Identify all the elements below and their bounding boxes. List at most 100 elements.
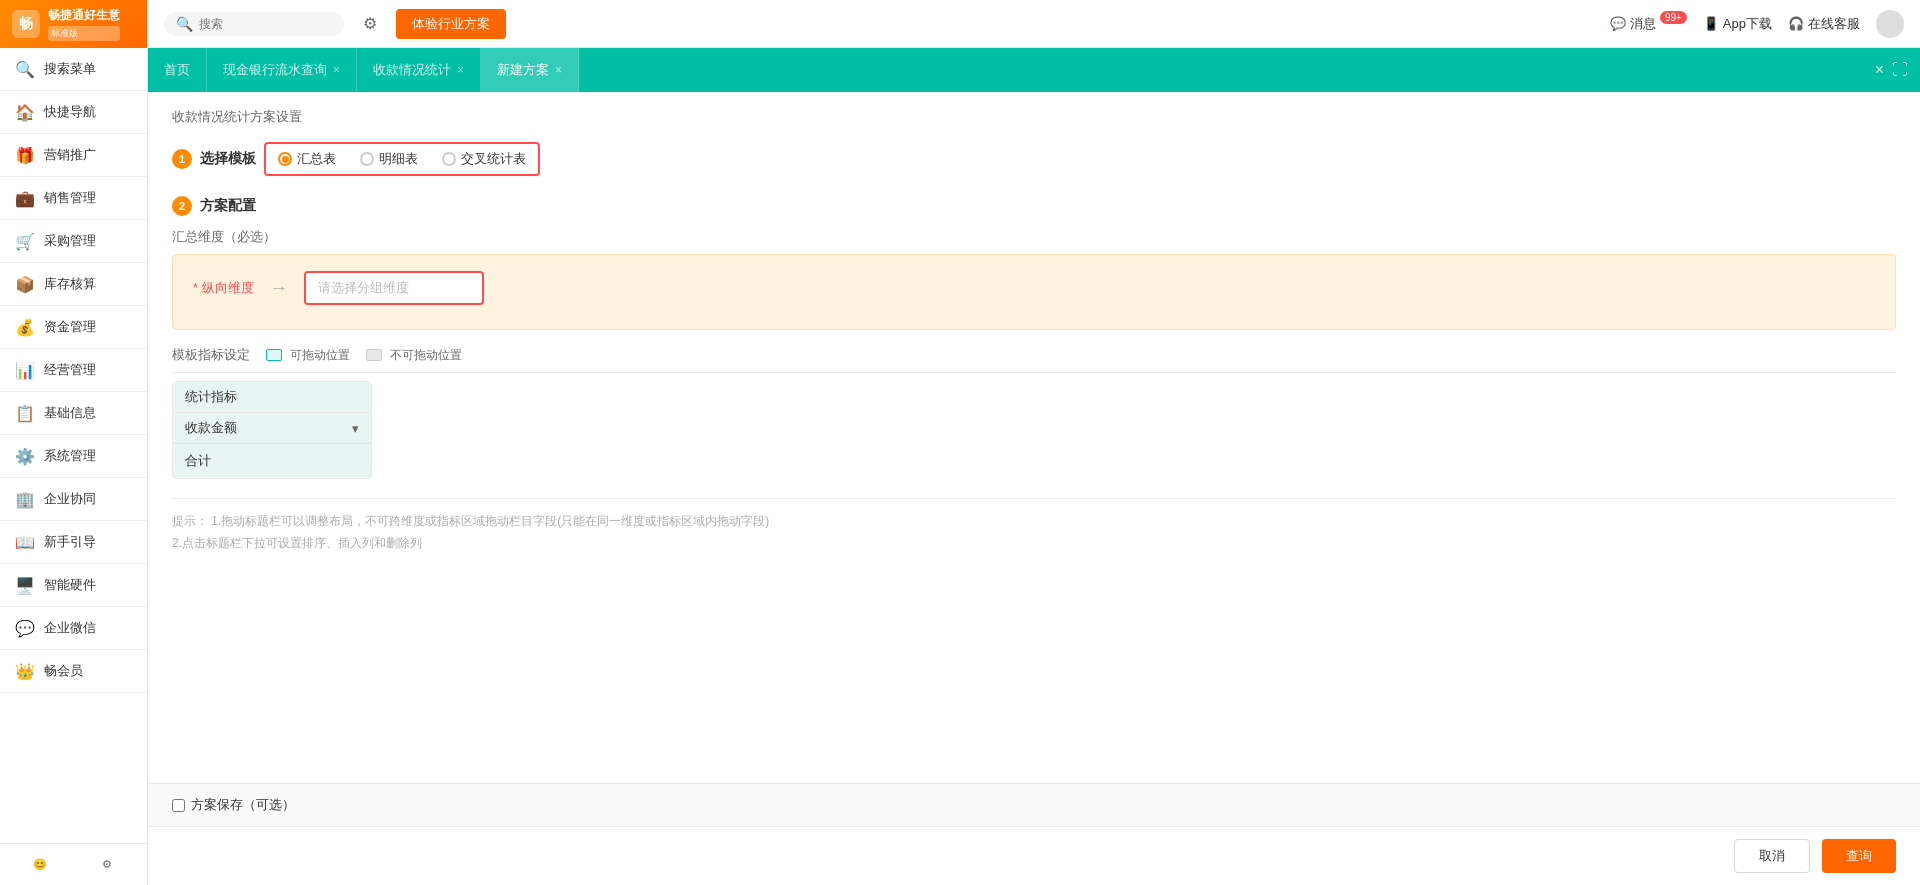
sidebar-label-basic-info: 基础信息 (44, 404, 96, 422)
sidebar-label-inventory: 库存核算 (44, 275, 96, 293)
user-avatar[interactable] (1876, 10, 1904, 38)
sidebar-item-marketing[interactable]: 🎁 营销推广 (0, 134, 147, 177)
tip-item-1: 提示： 1.拖动标题栏可以调整布局，不可跨维度或指标区域拖动栏目字段(只能在同一… (172, 511, 1896, 533)
metrics-group-header: 统计指标 (173, 382, 371, 413)
gift-icon: 🎁 (16, 146, 34, 164)
sidebar: 畅 畅捷通好生意 标准版 🔍 搜索菜单 🏠 快捷导航 🎁 营销推广 💼 销售管理… (0, 0, 148, 885)
sidebar-item-search-menu[interactable]: 🔍 搜索菜单 (0, 48, 147, 91)
sidebar-item-smart-hw[interactable]: 🖥️ 智能硬件 (0, 564, 147, 607)
basic-info-icon: 📋 (16, 404, 34, 422)
sales-icon: 💼 (16, 189, 34, 207)
notifications-item[interactable]: 💬 消息 99+ (1610, 15, 1687, 33)
service-icon: 🎧 (1788, 16, 1804, 31)
tip-text-1: 1.拖动标题栏可以调整布局，不可跨维度或指标区域拖动栏目字段(只能在同一维度或指… (211, 514, 769, 528)
search-box[interactable]: 🔍 (164, 12, 344, 36)
settings-icon[interactable]: ⚙ (356, 10, 384, 38)
tips-section: 提示： 1.拖动标题栏可以调整布局，不可跨维度或指标区域拖动栏目字段(只能在同一… (172, 498, 1896, 554)
app-download-item[interactable]: 📱 App下载 (1703, 15, 1772, 33)
sidebar-item-wechat[interactable]: 💬 企业微信 (0, 607, 147, 650)
tab-new-plan-close[interactable]: × (555, 63, 562, 77)
metrics-row-amount[interactable]: 收款金额 ▾ (173, 413, 371, 444)
not-draggable-box (366, 349, 382, 361)
content-area: 收款情况统计方案设置 1 选择模板 汇总表 明细表 (148, 92, 1920, 885)
sidebar-item-corp[interactable]: 🏢 企业协同 (0, 478, 147, 521)
sidebar-item-inventory[interactable]: 📦 库存核算 (0, 263, 147, 306)
maximize-btn[interactable]: ⛶ (1892, 61, 1908, 79)
metrics-title: 模板指标设定 (172, 346, 250, 364)
corp-icon: 🏢 (16, 490, 34, 508)
metrics-row-total: 合计 (173, 444, 371, 478)
radio-cross[interactable]: 交叉统计表 (442, 150, 526, 168)
search-icon: 🔍 (176, 16, 193, 32)
sidebar-menu: 🔍 搜索菜单 🏠 快捷导航 🎁 营销推广 💼 销售管理 🛒 采购管理 📦 库存核… (0, 48, 147, 843)
step1-title: 选择模板 (200, 150, 256, 168)
draggable-box (266, 349, 282, 361)
sidebar-label-finance: 资金管理 (44, 318, 96, 336)
tab-collection-stat-close[interactable]: × (457, 63, 464, 77)
radio-summary[interactable]: 汇总表 (278, 150, 336, 168)
breadcrumb: 收款情况统计方案设置 (172, 108, 1896, 126)
industry-btn[interactable]: 体验行业方案 (396, 9, 506, 39)
dimension-area: 纵向维度 → 请选择分组维度 (172, 254, 1896, 330)
sidebar-item-member[interactable]: 👑 畅会员 (0, 650, 147, 693)
sidebar-item-purchase[interactable]: 🛒 采购管理 (0, 220, 147, 263)
wechat-icon: 💬 (16, 619, 34, 637)
radio-summary-circle (278, 152, 292, 166)
legend-not-draggable: 不可拖动位置 (366, 347, 462, 364)
sidebar-item-system[interactable]: ⚙️ 系统管理 (0, 435, 147, 478)
sidebar-item-basic-info[interactable]: 📋 基础信息 (0, 392, 147, 435)
step2-section: 2 方案配置 汇总维度（必选） 纵向维度 → 请选择分组维度 (172, 196, 1896, 554)
tab-collection-stat[interactable]: 收款情况统计 × (357, 48, 481, 92)
nav-tabs: 首页 现金银行流水查询 × 收款情况统计 × 新建方案 × × ⛶ (148, 48, 1920, 92)
purchase-icon: 🛒 (16, 232, 34, 250)
sidebar-label-member: 畅会员 (44, 662, 83, 680)
save-checkbox-label[interactable]: 方案保存（可选） (172, 796, 295, 814)
sidebar-label-search-menu: 搜索菜单 (44, 60, 96, 78)
sidebar-label-newbie: 新手引导 (44, 533, 96, 551)
sidebar-item-sales[interactable]: 💼 销售管理 (0, 177, 147, 220)
nav-tabs-right: × ⛶ (1863, 48, 1920, 92)
sidebar-label-system: 系统管理 (44, 447, 96, 465)
sidebar-bottom-left[interactable]: 😊 (8, 852, 72, 877)
sidebar-item-newbie[interactable]: 📖 新手引导 (0, 521, 147, 564)
sidebar-item-finance[interactable]: 💰 资金管理 (0, 306, 147, 349)
sidebar-bottom-right[interactable]: ⚙ (76, 852, 140, 877)
download-icon: 📱 (1703, 16, 1719, 31)
sidebar-bottom: 😊 ⚙ (0, 843, 147, 885)
tab-bank-flow[interactable]: 现金银行流水查询 × (207, 48, 357, 92)
online-service-item[interactable]: 🎧 在线客服 (1788, 15, 1860, 33)
tab-home[interactable]: 首页 (148, 48, 207, 92)
sidebar-logo: 畅 畅捷通好生意 标准版 (0, 0, 147, 48)
tip-item-2: 2.点击标题栏下拉可设置排序、插入列和删除列 (172, 533, 1896, 555)
sidebar-label-purchase: 采购管理 (44, 232, 96, 250)
radio-cross-circle (442, 152, 456, 166)
metrics-dropdown-icon[interactable]: ▾ (352, 421, 359, 436)
query-button[interactable]: 查询 (1822, 839, 1896, 873)
logo-text: 畅捷通好生意 标准版 (48, 7, 120, 41)
minimize-btn[interactable]: × (1875, 61, 1884, 79)
step2-title: 方案配置 (200, 197, 256, 215)
step1-number: 1 (172, 149, 192, 169)
save-checkbox[interactable] (172, 799, 185, 812)
radio-detail[interactable]: 明细表 (360, 150, 418, 168)
metrics-amount-label: 收款金额 (185, 419, 352, 437)
cancel-button[interactable]: 取消 (1734, 839, 1810, 873)
search-input[interactable] (199, 17, 319, 31)
tab-new-plan[interactable]: 新建方案 × (481, 48, 579, 92)
topbar-right: 💬 消息 99+ 📱 App下载 🎧 在线客服 (1610, 10, 1904, 38)
dimension-row: 纵向维度 → 请选择分组维度 (193, 271, 1875, 305)
sidebar-label-smart-hw: 智能硬件 (44, 576, 96, 594)
legend-draggable: 可拖动位置 (266, 347, 350, 364)
step1-header: 1 选择模板 汇总表 明细表 交 (172, 142, 1896, 176)
metrics-header: 模板指标设定 可拖动位置 不可拖动位置 (172, 346, 1896, 373)
tab-bank-flow-close[interactable]: × (333, 63, 340, 77)
system-icon: ⚙️ (16, 447, 34, 465)
logo-icon: 畅 (12, 10, 40, 38)
inventory-icon: 📦 (16, 275, 34, 293)
step2-number: 2 (172, 196, 192, 216)
vertical-dim-label: 纵向维度 (193, 279, 254, 297)
dimension-select[interactable]: 请选择分组维度 (304, 271, 484, 305)
sidebar-item-operation[interactable]: 📊 经营管理 (0, 349, 147, 392)
sidebar-label-quick-nav: 快捷导航 (44, 103, 96, 121)
sidebar-item-quick-nav[interactable]: 🏠 快捷导航 (0, 91, 147, 134)
